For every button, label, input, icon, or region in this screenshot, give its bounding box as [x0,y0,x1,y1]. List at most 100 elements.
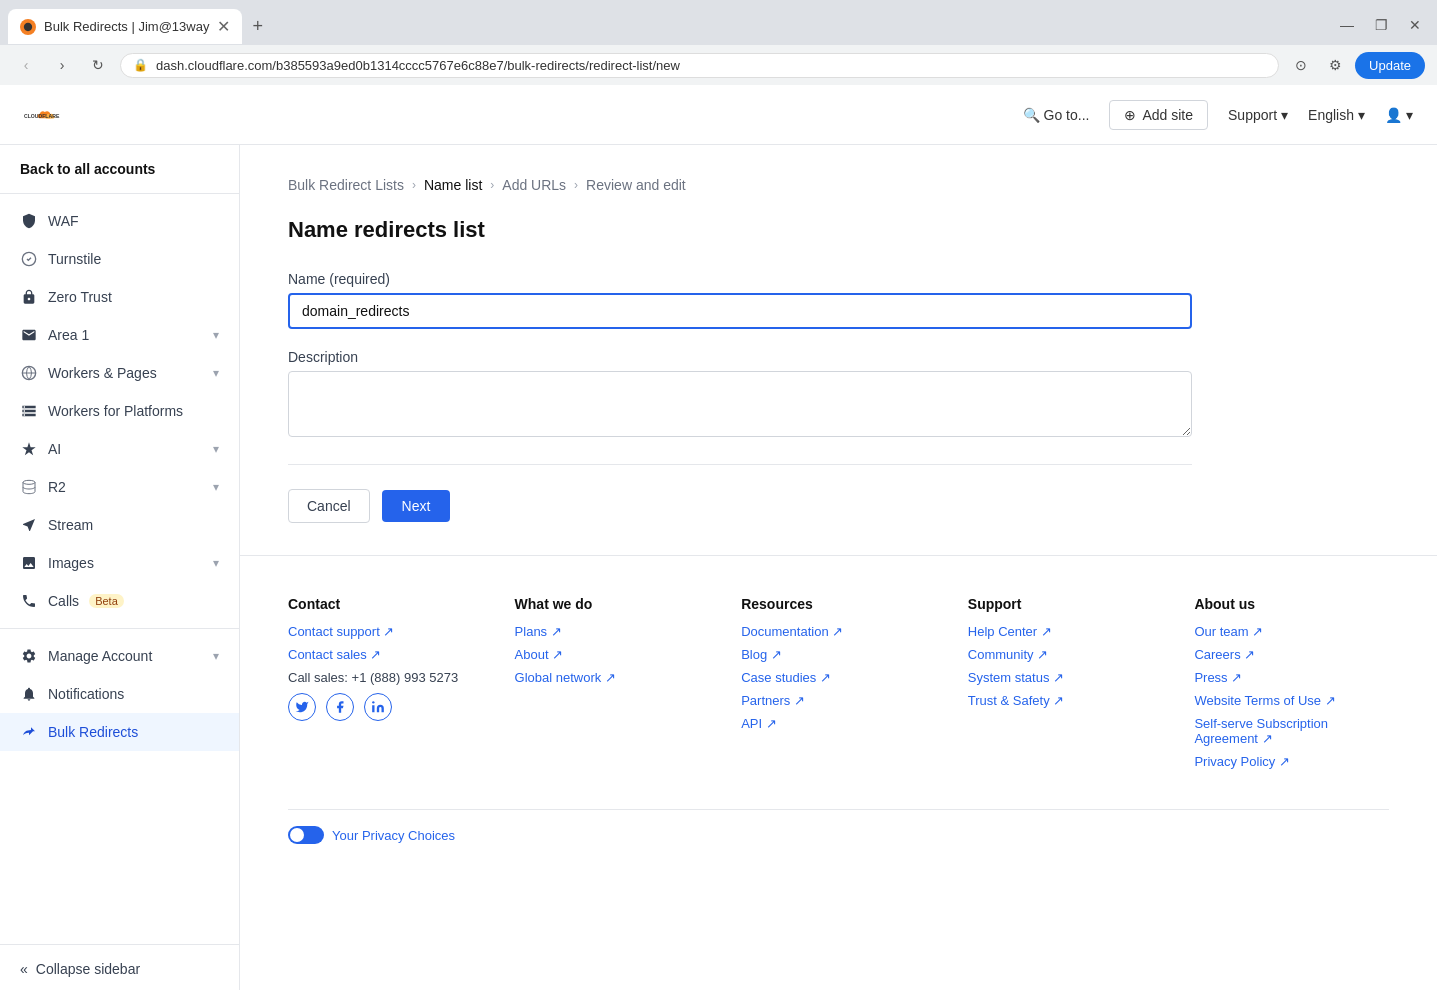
breadcrumb-sep-1: › [412,178,416,192]
sidebar-label-notifications: Notifications [48,686,124,702]
footer-link-trust-safety[interactable]: Trust & Safety ↗ [968,693,1163,708]
footer-link-website-terms[interactable]: Website Terms of Use ↗ [1194,693,1389,708]
form-actions: Cancel Next [288,489,1192,523]
sidebar-label-calls: Calls [48,593,79,609]
sidebar-label-waf: WAF [48,213,79,229]
footer-link-plans[interactable]: Plans ↗ [515,624,710,639]
add-site-btn[interactable]: ⊕ Add site [1109,100,1208,130]
browser-tab[interactable]: Bulk Redirects | Jim@13way ✕ [8,9,242,44]
url-input[interactable] [156,58,1266,73]
name-label: Name (required) [288,271,1192,287]
back-to-accounts[interactable]: Back to all accounts [0,145,239,194]
twitter-icon[interactable] [288,693,316,721]
footer-link-contact-sales[interactable]: Contact sales ↗ [288,647,483,662]
language-selector[interactable]: English ▾ [1308,107,1365,123]
footer-link-global-network[interactable]: Global network ↗ [515,670,710,685]
cancel-button[interactable]: Cancel [288,489,370,523]
footer-link-press[interactable]: Press ↗ [1194,670,1389,685]
workers-platforms-icon [20,402,38,420]
sidebar-item-notifications[interactable]: Notifications [0,675,239,713]
linkedin-icon[interactable] [364,693,392,721]
maximize-btn[interactable]: ❐ [1367,11,1395,39]
footer-about-us-title: About us [1194,596,1389,612]
content-area: Bulk Redirect Lists › Name list › Add UR… [240,145,1437,990]
form-divider [288,464,1192,465]
footer-link-contact-support[interactable]: Contact support ↗ [288,624,483,639]
footer-link-documentation[interactable]: Documentation ↗ [741,624,936,639]
ai-chevron-icon: ▾ [213,442,219,456]
sidebar-divider [0,628,239,629]
ai-icon [20,440,38,458]
footer-link-careers[interactable]: Careers ↗ [1194,647,1389,662]
footer-col-about-us: About us Our team ↗ Careers ↗ Press ↗ We… [1194,596,1389,777]
sidebar-item-zero-trust[interactable]: Zero Trust [0,278,239,316]
user-icon: 👤 [1385,107,1402,123]
lock-icon: 🔒 [133,58,148,72]
footer-link-community[interactable]: Community ↗ [968,647,1163,662]
sidebar-item-workers-pages[interactable]: Workers & Pages ▾ [0,354,239,392]
sidebar-item-manage-account[interactable]: Manage Account ▾ [0,637,239,675]
share-btn[interactable]: ⊙ [1287,51,1315,79]
footer-link-system-status[interactable]: System status ↗ [968,670,1163,685]
collapse-sidebar-btn[interactable]: « Collapse sidebar [0,944,239,990]
sidebar-item-r2[interactable]: R2 ▾ [0,468,239,506]
images-icon [20,554,38,572]
user-chevron-icon: ▾ [1406,107,1413,123]
footer-link-subscription-agreement[interactable]: Self-serve Subscription Agreement ↗ [1194,716,1389,746]
footer-link-our-team[interactable]: Our team ↗ [1194,624,1389,639]
footer-link-case-studies[interactable]: Case studies ↗ [741,670,936,685]
privacy-toggle-knob [290,828,304,842]
breadcrumb: Bulk Redirect Lists › Name list › Add UR… [288,177,1192,193]
images-chevron-icon: ▾ [213,556,219,570]
reload-btn[interactable]: ↻ [84,51,112,79]
next-button[interactable]: Next [382,490,451,522]
address-bar[interactable]: 🔒 [120,53,1279,78]
privacy-toggle[interactable] [288,826,324,844]
footer-col-what-we-do: What we do Plans ↗ About ↗ Global networ… [515,596,710,777]
sidebar-item-images[interactable]: Images ▾ [0,544,239,582]
sidebar-item-calls[interactable]: Calls Beta [0,582,239,620]
facebook-icon[interactable] [326,693,354,721]
goto-link[interactable]: 🔍 Go to... [1023,107,1090,123]
window-close-btn[interactable]: ✕ [1401,11,1429,39]
minimize-btn[interactable]: — [1333,11,1361,39]
r2-chevron-icon: ▾ [213,480,219,494]
sidebar-item-workers-platforms[interactable]: Workers for Platforms [0,392,239,430]
sidebar-item-turnstile[interactable]: Turnstile [0,240,239,278]
tab-close-btn[interactable]: ✕ [217,17,230,36]
footer-resources-title: Resources [741,596,936,612]
footer-link-partners[interactable]: Partners ↗ [741,693,936,708]
notifications-icon [20,685,38,703]
update-btn[interactable]: Update [1355,52,1425,79]
footer-link-api[interactable]: API ↗ [741,716,936,731]
sidebar-item-ai[interactable]: AI ▾ [0,430,239,468]
back-btn[interactable]: ‹ [12,51,40,79]
footer-link-privacy-policy[interactable]: Privacy Policy ↗ [1194,754,1389,769]
sidebar-item-area1[interactable]: Area 1 ▾ [0,316,239,354]
svg-text:CLOUDFLARE: CLOUDFLARE [24,112,60,118]
workers-pages-icon [20,364,38,382]
description-input[interactable] [288,371,1192,437]
sidebar-label-bulk-redirects: Bulk Redirects [48,724,138,740]
footer-link-blog[interactable]: Blog ↗ [741,647,936,662]
user-menu[interactable]: 👤 ▾ [1385,107,1413,123]
footer-col-contact: Contact Contact support ↗ Contact sales … [288,596,483,777]
new-tab-btn[interactable]: + [244,8,271,45]
breadcrumb-bulk-redirect-lists[interactable]: Bulk Redirect Lists [288,177,404,193]
sidebar-nav: WAF Turnstile Zero Trust [0,194,239,944]
forward-btn[interactable]: › [48,51,76,79]
privacy-label: Your Privacy Choices [332,828,455,843]
topbar-right: 🔍 Go to... ⊕ Add site Support ▾ English … [1023,100,1413,130]
sidebar-item-stream[interactable]: Stream [0,506,239,544]
name-input[interactable] [288,293,1192,329]
extensions-btn[interactable]: ⚙ [1321,51,1349,79]
sidebar-item-bulk-redirects[interactable]: Bulk Redirects [0,713,239,751]
waf-icon [20,212,38,230]
cloudflare-logo[interactable]: CLOUDFLARE [24,101,64,129]
footer-link-about[interactable]: About ↗ [515,647,710,662]
sidebar-item-waf[interactable]: WAF [0,202,239,240]
footer-link-help-center[interactable]: Help Center ↗ [968,624,1163,639]
support-link[interactable]: Support ▾ [1228,107,1288,123]
footer-col-resources: Resources Documentation ↗ Blog ↗ Case st… [741,596,936,777]
footer-privacy[interactable]: Your Privacy Choices [288,809,1389,844]
